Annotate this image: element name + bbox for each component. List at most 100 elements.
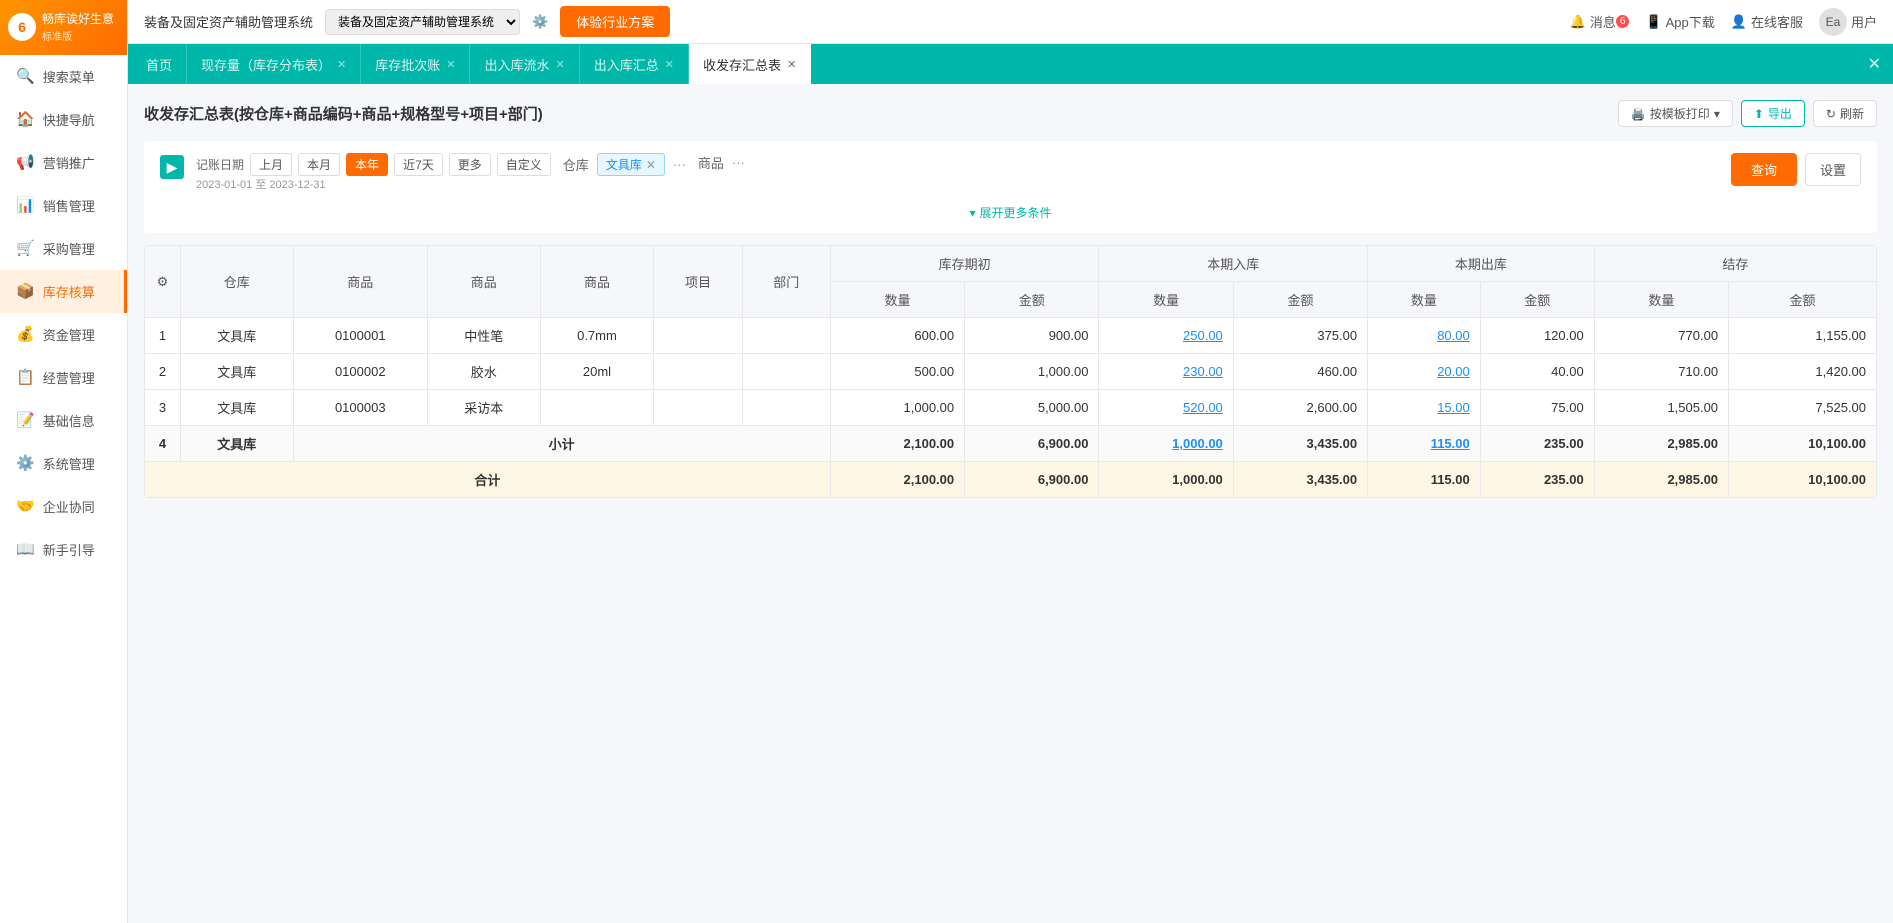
sidebar-icon-purchase: 🛒 <box>16 239 35 257</box>
sidebar-item-basic[interactable]: 📝基础信息 <box>0 399 127 442</box>
settings-button[interactable]: 设置 <box>1805 153 1861 186</box>
tab-inventory_dist[interactable]: 现存量（库存分布表）✕ <box>187 44 361 84</box>
sidebar-item-finance[interactable]: 💰资金管理 <box>0 313 127 356</box>
date-7days[interactable]: 近7天 <box>394 153 443 176</box>
sidebar-item-purchase[interactable]: 🛒采购管理 <box>0 227 127 270</box>
cell-open-qty: 1,000.00 <box>830 390 964 426</box>
col-group-out-header: 本期出库 <box>1368 246 1595 282</box>
data-table-container: ⚙ 仓库 商品 商品 商品 项目 部门 库存期初 本期入库 本期出库 结存 数量 <box>144 245 1877 498</box>
date-filter-label: 记账日期 <box>196 156 244 173</box>
notification-item[interactable]: 🔔 消息 6 <box>1570 12 1630 31</box>
cell-open-amt: 1,000.00 <box>965 354 1099 390</box>
system-name: 装备及固定资产辅助管理系统 <box>144 12 313 31</box>
cell-out-qty[interactable]: 20.00 <box>1368 354 1481 390</box>
print-label: 按模板打印 <box>1650 105 1710 122</box>
cell-open-qty: 600.00 <box>830 318 964 354</box>
topbar-right: 🔔 消息 6 📱 App下载 👤 在线客服 Ea 用户 <box>1570 8 1877 36</box>
warehouse-tag[interactable]: 文具库 ✕ <box>597 153 665 176</box>
cell-goods-name: 采访本 <box>427 390 540 426</box>
cell-out-amt: 75.00 <box>1480 390 1594 426</box>
date-custom[interactable]: 自定义 <box>497 153 551 176</box>
cell-in-qty[interactable]: 520.00 <box>1099 390 1233 426</box>
tab-batch[interactable]: 库存批次账 ✕ <box>361 44 470 84</box>
filter-expand-button[interactable]: ▶ <box>160 155 184 179</box>
cell-in-qty[interactable]: 230.00 <box>1099 354 1233 390</box>
sidebar-icon-system: ⚙️ <box>16 454 35 472</box>
cell-out-qty[interactable]: 80.00 <box>1368 318 1481 354</box>
sidebar-item-system[interactable]: ⚙️系统管理 <box>0 442 127 485</box>
tab-close-inventory_dist[interactable]: ✕ <box>337 58 346 71</box>
sidebar-icon-search: 🔍 <box>16 67 35 85</box>
cell-goods-code: 0100002 <box>293 354 427 390</box>
goods-filter-label: 商品 <box>698 153 724 172</box>
cell-out-qty[interactable]: 15.00 <box>1368 390 1481 426</box>
sidebar-item-quick_nav[interactable]: 🏠快捷导航 <box>0 98 127 141</box>
date-this-month[interactable]: 本月 <box>298 153 340 176</box>
total-in-qty: 1,000.00 <box>1099 462 1233 498</box>
subtotal-out-amt: 235.00 <box>1480 426 1594 462</box>
export-button[interactable]: ⬆ 导出 <box>1741 100 1805 127</box>
app-info: 畅库诶好生意 标准版 <box>42 12 114 43</box>
subtotal-row: 4 文具库 小计 2,100.00 6,900.00 1,000.00 3,43… <box>145 426 1877 462</box>
tab-label-batch: 库存批次账 <box>375 55 440 74</box>
cell-open-qty: 500.00 <box>830 354 964 390</box>
sidebar-item-guide[interactable]: 📖新手引导 <box>0 528 127 571</box>
tab-home[interactable]: 首页 <box>132 44 187 84</box>
try-button[interactable]: 体验行业方案 <box>560 6 670 37</box>
expand-more-button[interactable]: ▾ 展开更多条件 <box>969 204 1051 221</box>
user-label: 用户 <box>1851 12 1877 31</box>
refresh-button[interactable]: ↻ 刷新 <box>1813 100 1877 127</box>
subtotal-in-qty[interactable]: 1,000.00 <box>1099 426 1233 462</box>
app-download-item[interactable]: 📱 App下载 <box>1645 12 1714 31</box>
export-icon: ⬆ <box>1754 107 1764 121</box>
total-in-amt: 3,435.00 <box>1233 462 1367 498</box>
sidebar-item-enterprise[interactable]: 🤝企业协同 <box>0 485 127 528</box>
col-dept-header: 部门 <box>742 246 830 318</box>
date-this-year[interactable]: 本年 <box>346 153 388 176</box>
tab-inout_summary[interactable]: 出入库汇总✕ <box>580 44 689 84</box>
sidebar-item-sales[interactable]: 📊销售管理 <box>0 184 127 227</box>
cell-warehouse: 文具库 <box>181 390 294 426</box>
system-select[interactable]: 装备及固定资产辅助管理系统 <box>325 9 520 35</box>
online-service-label: 在线客服 <box>1751 12 1803 31</box>
cell-out-amt: 40.00 <box>1480 354 1594 390</box>
tabbar: 首页现存量（库存分布表）✕库存批次账✕出入库流水✕出入库汇总✕收发存汇总表✕✕ <box>128 44 1893 84</box>
sidebar-label-search: 搜索菜单 <box>43 67 95 86</box>
cell-bal-qty: 1,505.00 <box>1594 390 1728 426</box>
tab-close-inout_summary[interactable]: ✕ <box>665 58 674 71</box>
tab-close-inout_flow[interactable]: ✕ <box>556 58 565 71</box>
cell-bal-amt: 1,420.00 <box>1729 354 1877 390</box>
tab-close-batch[interactable]: ✕ <box>446 58 455 71</box>
cell-in-amt: 460.00 <box>1233 354 1367 390</box>
tabbar-close[interactable]: ✕ <box>1860 54 1889 74</box>
user-item[interactable]: Ea 用户 <box>1819 8 1877 36</box>
cell-seq: 2 <box>145 354 181 390</box>
warehouse-tag-close-icon[interactable]: ✕ <box>646 158 656 172</box>
query-button[interactable]: 查询 <box>1731 153 1797 186</box>
app-download-label: App下载 <box>1666 12 1715 31</box>
print-button[interactable]: 🖨️ 按模板打印 ▾ <box>1618 100 1733 127</box>
tab-close-recv_send_summary[interactable]: ✕ <box>787 58 796 71</box>
date-last-month[interactable]: 上月 <box>250 153 292 176</box>
cell-goods-code: 0100001 <box>293 318 427 354</box>
tab-recv_send_summary[interactable]: 收发存汇总表✕ <box>689 44 811 84</box>
col-settings-header[interactable]: ⚙ <box>145 246 181 318</box>
table-row: 3 文具库 0100003 采访本 1,000.00 5,000.00 520.… <box>145 390 1877 426</box>
online-service-item[interactable]: 👤 在线客服 <box>1731 12 1803 31</box>
date-range-display: 2023-01-01 至 2023-12-31 <box>196 176 551 192</box>
sidebar-item-inventory[interactable]: 📦库存核算 <box>0 270 127 313</box>
subtotal-out-qty[interactable]: 115.00 <box>1368 426 1481 462</box>
goods-filter-more[interactable]: ··· <box>732 155 745 170</box>
total-row: 合计 2,100.00 6,900.00 1,000.00 3,435.00 1… <box>145 462 1877 498</box>
subtotal-bal-amt: 10,100.00 <box>1729 426 1877 462</box>
date-more[interactable]: 更多 <box>449 153 491 176</box>
page-title: 收发存汇总表(按仓库+商品编码+商品+规格型号+项目+部门) <box>144 103 543 124</box>
tab-inout_flow[interactable]: 出入库流水✕ <box>470 44 579 84</box>
sidebar-item-operation[interactable]: 📋经营管理 <box>0 356 127 399</box>
cell-in-qty[interactable]: 250.00 <box>1099 318 1233 354</box>
sidebar-item-marketing[interactable]: 📢营销推广 <box>0 141 127 184</box>
sidebar-item-search[interactable]: 🔍 搜索菜单 <box>0 55 127 98</box>
warehouse-filter-more[interactable]: ··· <box>673 157 686 172</box>
refresh-icon: ↻ <box>1826 107 1836 121</box>
gear-icon[interactable]: ⚙️ <box>532 14 548 30</box>
